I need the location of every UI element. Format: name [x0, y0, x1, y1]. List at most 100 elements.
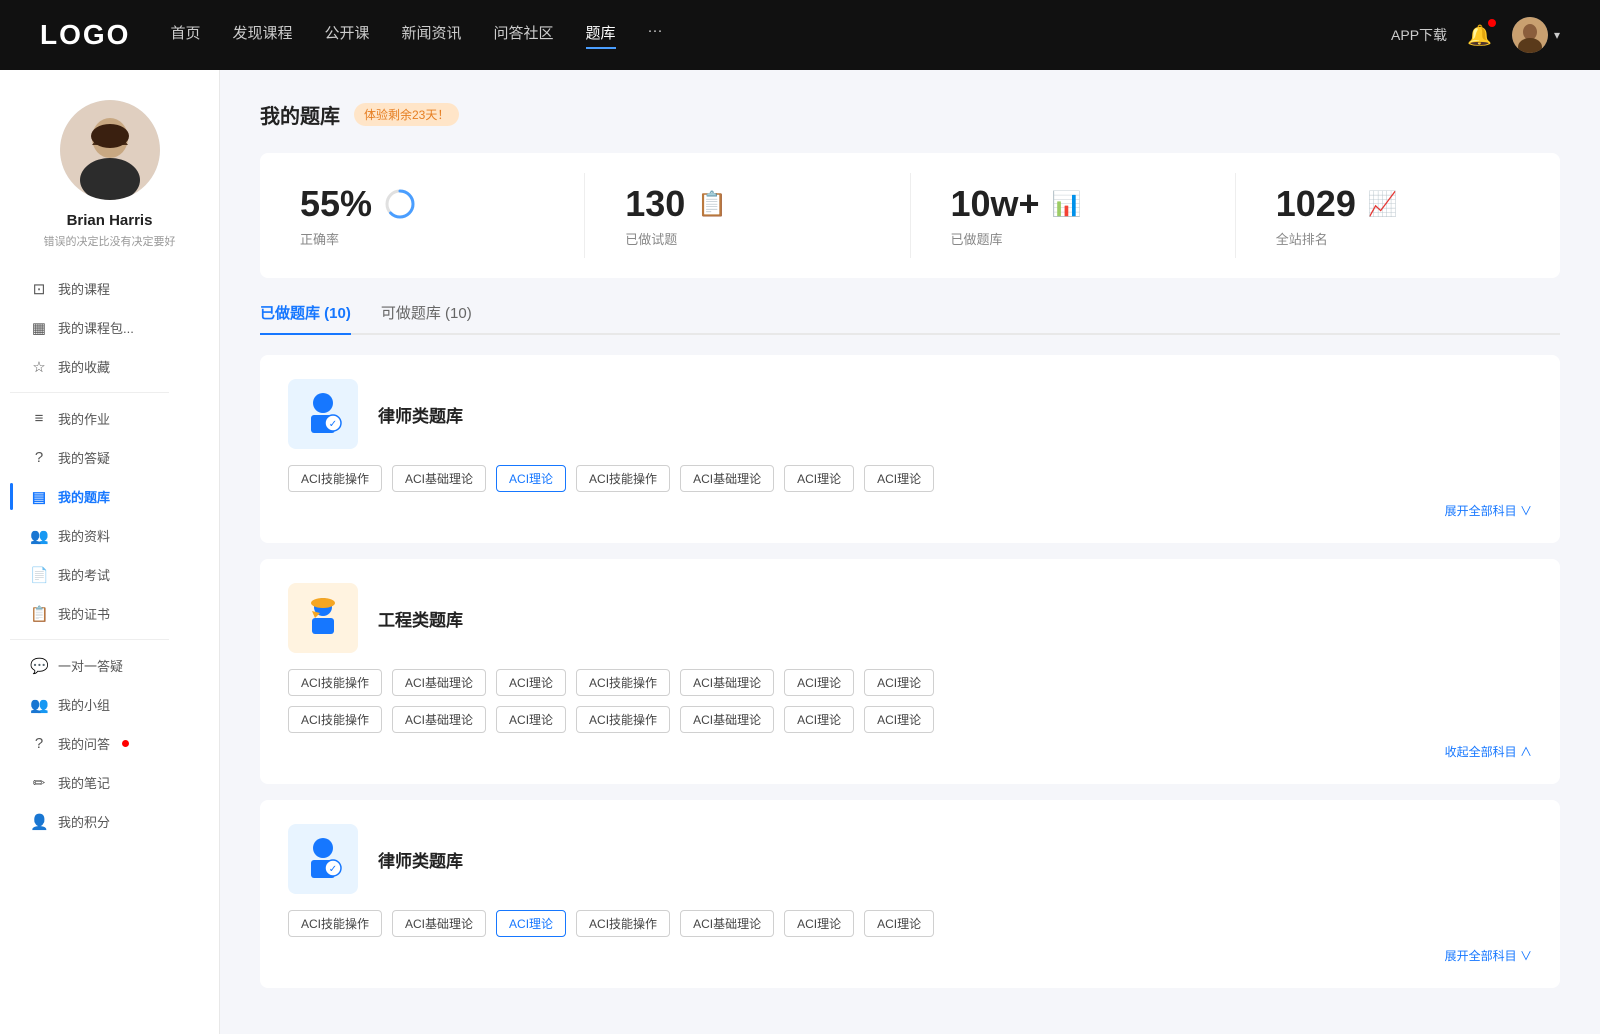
- nav-more[interactable]: ···: [648, 22, 663, 49]
- trial-badge: 体验剩余23天！: [354, 103, 459, 126]
- expand-link-0[interactable]: 展开全部科目 ∨: [288, 502, 1532, 519]
- app-download-button[interactable]: APP下载: [1391, 25, 1447, 45]
- tags-row-1b: ACI技能操作 ACI基础理论 ACI理论 ACI技能操作 ACI基础理论 AC…: [288, 706, 1532, 733]
- sidebar-menu: ⊡ 我的课程 ▦ 我的课程包... ☆ 我的收藏 ≡ 我的作业 ? 我的答疑 ▤: [0, 269, 219, 841]
- tag-1-10[interactable]: ACI技能操作: [576, 706, 670, 733]
- done-questions-label: 已做试题: [625, 229, 677, 248]
- tag-2-5[interactable]: ACI理论: [784, 910, 854, 937]
- tag-2-4[interactable]: ACI基础理论: [680, 910, 774, 937]
- stat-accuracy: 55% 正确率: [260, 173, 585, 258]
- tag-1-8[interactable]: ACI基础理论: [392, 706, 486, 733]
- tag-1-5[interactable]: ACI理论: [784, 669, 854, 696]
- bank-header-2: ✓ 律师类题库: [288, 824, 1532, 894]
- sidebar-divider-2: [10, 639, 169, 640]
- sidebar-item-groups[interactable]: 👥 我的小组: [10, 685, 209, 724]
- nav-home[interactable]: 首页: [170, 22, 200, 49]
- tag-1-1[interactable]: ACI基础理论: [392, 669, 486, 696]
- homework-icon: ≡: [30, 410, 48, 427]
- nav-qa[interactable]: 问答社区: [494, 22, 554, 49]
- expand-link-2[interactable]: 展开全部科目 ∨: [288, 947, 1532, 964]
- user-avatar-menu[interactable]: ▾: [1512, 17, 1560, 53]
- stats-row: 55% 正确率 130 📋 已做试题 10w+: [260, 153, 1560, 278]
- sidebar-item-notes[interactable]: ✏ 我的笔记: [10, 763, 209, 802]
- lawyer-icon-2: ✓: [298, 834, 348, 884]
- page-header: 我的题库 体验剩余23天！: [260, 100, 1560, 129]
- tag-0-3[interactable]: ACI技能操作: [576, 465, 670, 492]
- bank-section-0: ✓ 律师类题库 ACI技能操作 ACI基础理论 ACI理论 ACI技能操作 AC…: [260, 355, 1560, 543]
- tag-0-2[interactable]: ACI理论: [496, 465, 566, 492]
- tag-2-0[interactable]: ACI技能操作: [288, 910, 382, 937]
- bank-title-0: 律师类题库: [378, 402, 463, 427]
- tags-row-2: ACI技能操作 ACI基础理论 ACI理论 ACI技能操作 ACI基础理论 AC…: [288, 910, 1532, 937]
- tag-0-0[interactable]: ACI技能操作: [288, 465, 382, 492]
- nav-news[interactable]: 新闻资讯: [402, 22, 462, 49]
- sidebar-item-certificate[interactable]: 📋 我的证书: [10, 594, 209, 633]
- tag-1-4[interactable]: ACI基础理论: [680, 669, 774, 696]
- tag-1-6[interactable]: ACI理论: [864, 669, 934, 696]
- star-icon: ☆: [30, 358, 48, 376]
- chevron-down-icon: ▾: [1554, 28, 1560, 42]
- tags-row-1a: ACI技能操作 ACI基础理论 ACI理论 ACI技能操作 ACI基础理论 AC…: [288, 669, 1532, 696]
- my-qa-icon: ?: [30, 735, 48, 752]
- sidebar-item-my-qa[interactable]: ? 我的问答: [10, 724, 209, 763]
- sidebar-item-points[interactable]: 👤 我的积分: [10, 802, 209, 841]
- nav-open-course[interactable]: 公开课: [324, 22, 369, 49]
- tabs-row: 已做题库 (10) 可做题库 (10): [260, 302, 1560, 335]
- tag-2-1[interactable]: ACI基础理论: [392, 910, 486, 937]
- notification-bell[interactable]: 🔔: [1467, 23, 1492, 48]
- expand-link-1[interactable]: 收起全部科目 ∧: [288, 743, 1532, 760]
- sidebar: Brian Harris 错误的决定比没有决定要好 ⊡ 我的课程 ▦ 我的课程包…: [0, 70, 220, 1034]
- certificate-icon: 📋: [30, 605, 48, 623]
- tab-available-banks[interactable]: 可做题库 (10): [381, 302, 472, 333]
- tag-1-2[interactable]: ACI理论: [496, 669, 566, 696]
- sidebar-divider-1: [10, 392, 169, 393]
- svg-text:✓: ✓: [329, 864, 337, 875]
- tag-0-6[interactable]: ACI理论: [864, 465, 934, 492]
- sidebar-item-one-on-one[interactable]: 💬 一对一答疑: [10, 646, 209, 685]
- stat-done-questions: 130 📋 已做试题: [585, 173, 910, 258]
- nav-question-bank[interactable]: 题库: [586, 22, 616, 49]
- stat-ranking: 1029 📈 全站排名: [1236, 173, 1560, 258]
- materials-icon: 👥: [30, 527, 48, 545]
- tag-1-3[interactable]: ACI技能操作: [576, 669, 670, 696]
- tab-done-banks[interactable]: 已做题库 (10): [260, 302, 351, 333]
- tag-0-4[interactable]: ACI基础理论: [680, 465, 774, 492]
- tag-0-1[interactable]: ACI基础理论: [392, 465, 486, 492]
- tag-1-12[interactable]: ACI理论: [784, 706, 854, 733]
- tag-1-13[interactable]: ACI理论: [864, 706, 934, 733]
- tag-1-7[interactable]: ACI技能操作: [288, 706, 382, 733]
- nav-discover[interactable]: 发现课程: [232, 22, 292, 49]
- accuracy-value: 55%: [300, 183, 372, 225]
- sidebar-item-materials[interactable]: 👥 我的资料: [10, 516, 209, 555]
- sidebar-item-exam[interactable]: 📄 我的考试: [10, 555, 209, 594]
- sidebar-username: Brian Harris: [67, 212, 153, 229]
- tag-1-9[interactable]: ACI理论: [496, 706, 566, 733]
- avatar: [1512, 17, 1548, 53]
- done-banks-label: 已做题库: [951, 229, 1003, 248]
- one-on-one-icon: 💬: [30, 657, 48, 675]
- tag-1-0[interactable]: ACI技能操作: [288, 669, 382, 696]
- tag-1-11[interactable]: ACI基础理论: [680, 706, 774, 733]
- package-icon: ▦: [30, 319, 48, 337]
- bank-icon-0: ✓: [288, 379, 358, 449]
- tag-2-2[interactable]: ACI理论: [496, 910, 566, 937]
- bank-icon-2: ✓: [288, 824, 358, 894]
- sidebar-item-qa[interactable]: ? 我的答疑: [10, 438, 209, 477]
- done-banks-value: 10w+: [951, 183, 1040, 225]
- sidebar-item-course-package[interactable]: ▦ 我的课程包...: [10, 308, 209, 347]
- tag-2-6[interactable]: ACI理论: [864, 910, 934, 937]
- sidebar-item-homework[interactable]: ≡ 我的作业: [10, 399, 209, 438]
- tag-2-3[interactable]: ACI技能操作: [576, 910, 670, 937]
- sidebar-item-question-bank[interactable]: ▤ 我的题库: [10, 477, 209, 516]
- nav-links: 首页 发现课程 公开课 新闻资讯 问答社区 题库 ···: [170, 22, 1351, 49]
- tags-row-0: ACI技能操作 ACI基础理论 ACI理论 ACI技能操作 ACI基础理论 AC…: [288, 465, 1532, 492]
- sidebar-item-my-courses[interactable]: ⊡ 我的课程: [10, 269, 209, 308]
- sidebar-item-favorites[interactable]: ☆ 我的收藏: [10, 347, 209, 386]
- done-questions-value: 130: [625, 183, 685, 225]
- nav-right: APP下载 🔔 ▾: [1391, 17, 1560, 53]
- page-title: 我的题库: [260, 100, 340, 129]
- bank-title-2: 律师类题库: [378, 847, 463, 872]
- tag-0-5[interactable]: ACI理论: [784, 465, 854, 492]
- bar-icon: 📈: [1368, 190, 1398, 219]
- bank-title-1: 工程类题库: [378, 606, 463, 631]
